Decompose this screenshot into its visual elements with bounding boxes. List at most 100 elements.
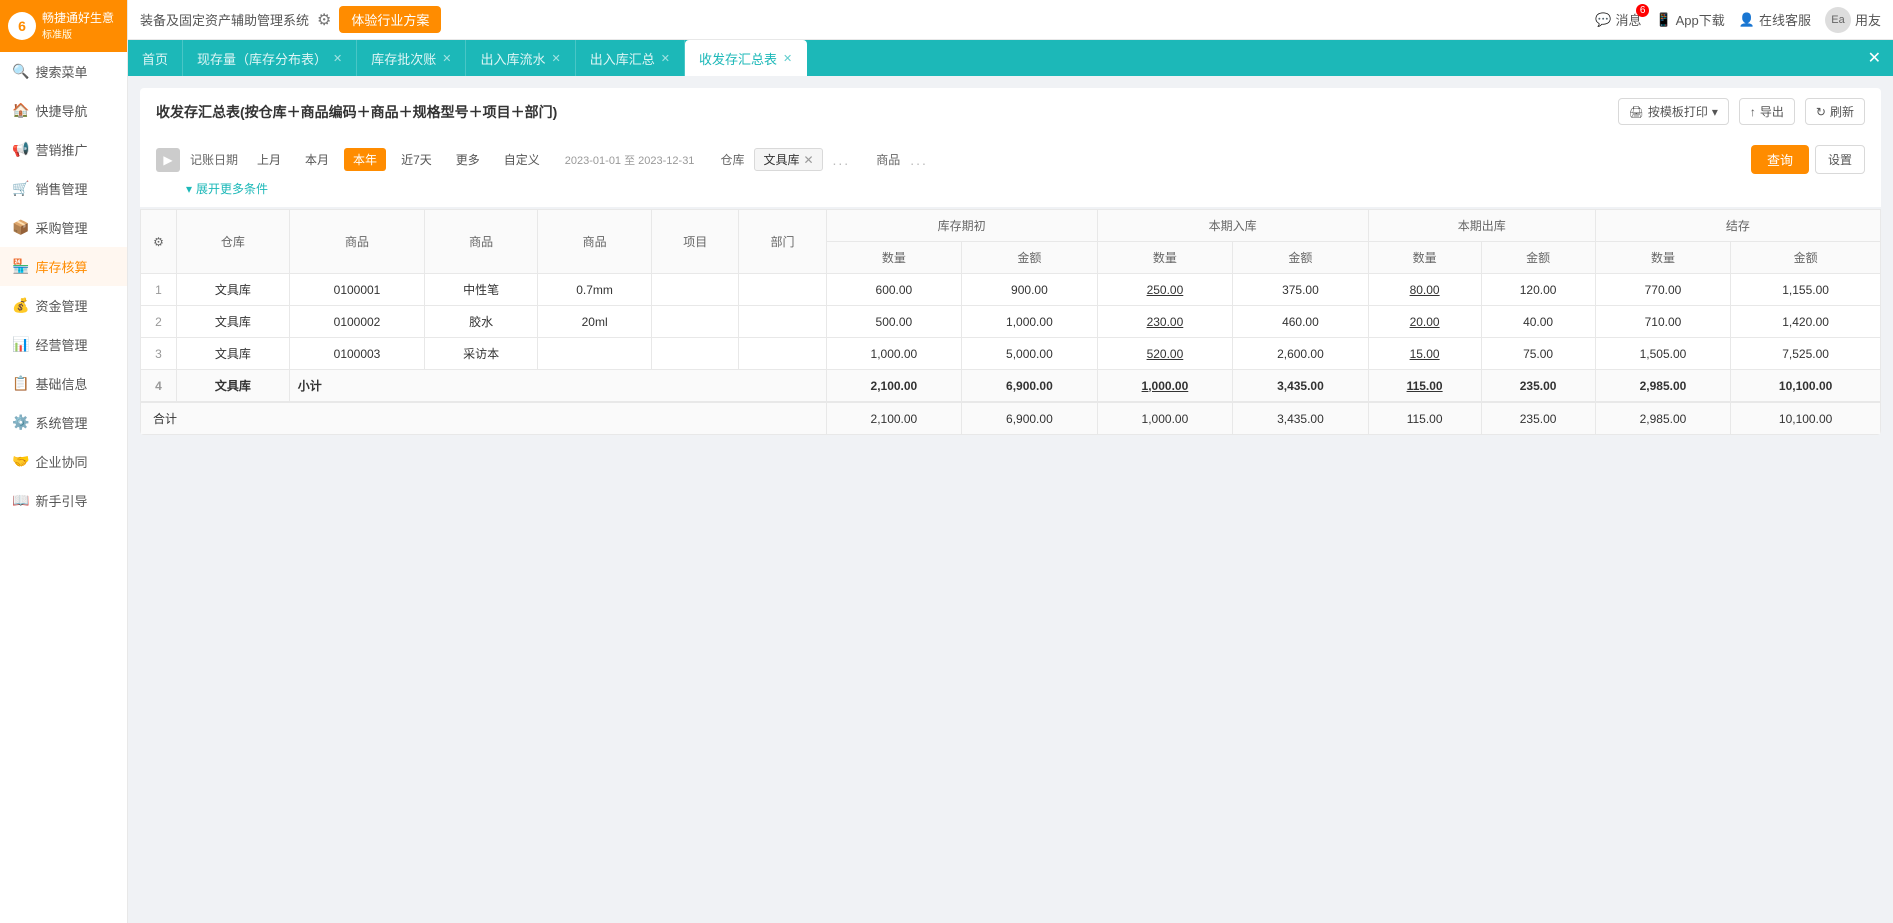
system-title: 装备及固定资产辅助管理系统 (140, 10, 309, 29)
cell-bal-amt: 1,420.00 (1731, 306, 1881, 338)
logo-text-line2: 标准版 (42, 26, 114, 41)
tab-inventory-dist[interactable]: 现存量（库存分布表）✕ (183, 40, 357, 76)
warehouse-filter-dots[interactable]: ... (833, 152, 851, 168)
cell-open-amt: 900.00 (962, 274, 1098, 306)
filter-arrow-button[interactable]: ▶ (156, 148, 180, 172)
tab-in-out-flow[interactable]: 出入库流水 ✕ (466, 40, 575, 76)
th-open-qty: 数量 (826, 242, 962, 274)
sidebar-item-system[interactable]: ⚙️系统管理 (0, 403, 127, 442)
filter-collapse-icon[interactable]: ▶ (156, 148, 180, 172)
settings-button[interactable]: 设置 (1815, 145, 1865, 174)
sidebar-item-marketing[interactable]: 📢营销推广 (0, 130, 127, 169)
experience-button[interactable]: 体验行业方案 (339, 6, 441, 33)
cell-out-qty[interactable]: 20.00 (1368, 306, 1481, 338)
tab-home[interactable]: 首页 (128, 40, 183, 76)
message-badge: 6 (1636, 4, 1650, 17)
tab-close-icon[interactable]: ✕ (442, 52, 451, 65)
sidebar-item-purchase[interactable]: 📦采购管理 (0, 208, 127, 247)
sidebar-item-operations[interactable]: 📊经营管理 (0, 325, 127, 364)
tab-bar-close-button[interactable]: ✕ (1856, 48, 1893, 68)
tab-batch-ledger[interactable]: 库存批次账✕ (357, 40, 466, 76)
subtotal-bal-qty: 2,985.00 (1595, 370, 1731, 403)
sidebar-item-label: 系统管理 (35, 413, 87, 432)
tab-label: 出入库汇总 (590, 49, 655, 68)
expand-label: 展开更多条件 (196, 180, 268, 197)
th-settings[interactable]: ⚙ (141, 210, 177, 274)
date-btn-this-month[interactable]: 本月 (296, 148, 338, 171)
message-button[interactable]: 💬 消息 6 (1595, 10, 1641, 29)
cell-out-qty[interactable]: 15.00 (1368, 338, 1481, 370)
sidebar-item-sales[interactable]: 🛒销售管理 (0, 169, 127, 208)
date-filter-label: 记账日期 (190, 151, 238, 168)
date-btn-this-year[interactable]: 本年 (344, 148, 386, 171)
th-in-qty: 数量 (1097, 242, 1233, 274)
refresh-icon: ↻ (1816, 105, 1826, 119)
tab-close-icon[interactable]: ✕ (552, 52, 561, 65)
sidebar-item-enterprise[interactable]: 🤝企业协同 (0, 442, 127, 481)
refresh-button[interactable]: ↻ 刷新 (1805, 98, 1865, 125)
sidebar-item-quick-nav[interactable]: 🏠快捷导航 (0, 91, 127, 130)
date-btn-7days[interactable]: 近7天 (392, 148, 441, 171)
logo-icon: 6 (8, 12, 36, 40)
tab-label: 收发存汇总表 (699, 49, 777, 68)
online-service-button[interactable]: 👤 在线客服 (1739, 10, 1811, 29)
cell-in-amt: 2,600.00 (1233, 338, 1369, 370)
tab-label: 首页 (142, 49, 168, 68)
user-area[interactable]: Ea 用友 (1825, 7, 1881, 33)
cell-out-qty[interactable]: 80.00 (1368, 274, 1481, 306)
th-out-amt: 金额 (1481, 242, 1595, 274)
data-table-container: ⚙ 仓库 商品 商品 商品 项目 部门 库存期初 本期入库 本期出库 结存 数量 (140, 209, 1881, 435)
cell-in-qty[interactable]: 250.00 (1097, 274, 1233, 306)
tab-in-out-summary[interactable]: 出入库汇总 ✕ (576, 40, 685, 76)
page-actions: 🖨 按模板打印 ▾ ↑ 导出 ↻ 刷新 (1618, 98, 1865, 125)
cell-in-qty[interactable]: 230.00 (1097, 306, 1233, 338)
sidebar-item-label: 营销推广 (35, 140, 87, 159)
sidebar-item-finance[interactable]: 💰资金管理 (0, 286, 127, 325)
sidebar-item-search[interactable]: 🔍搜索菜单 (0, 52, 127, 91)
date-range-text: 2023-01-01 至 2023-12-31 (565, 155, 695, 167)
goods-filter-dots[interactable]: ... (910, 152, 928, 168)
sidebar-item-guide[interactable]: 📖新手引导 (0, 481, 127, 520)
settings-icon[interactable]: ⚙ (317, 10, 331, 30)
cell-bal-amt: 1,155.00 (1731, 274, 1881, 306)
sidebar-item-label: 快捷导航 (35, 101, 87, 120)
warehouse-tag-close[interactable]: ✕ (803, 153, 813, 167)
sidebar-item-inventory[interactable]: 🏪库存核算 (0, 247, 127, 286)
table-row: 2 文具库 0100002 胶水 20ml 500.00 1,000.00 23… (141, 306, 1881, 338)
date-btn-custom[interactable]: 自定义 (495, 148, 549, 171)
cell-open-qty: 500.00 (826, 306, 962, 338)
th-in-amt: 金额 (1233, 242, 1369, 274)
date-btn-more[interactable]: 更多 (447, 148, 489, 171)
app-download-button[interactable]: 📱 App下载 (1655, 10, 1724, 29)
cell-in-qty[interactable]: 520.00 (1097, 338, 1233, 370)
subtotal-row: 4 文具库 小计 2,100.00 6,900.00 1,000.00 3,43… (141, 370, 1881, 403)
expand-filter-button[interactable]: ▾ 展开更多条件 (186, 180, 1865, 197)
subtotal-out-qty: 115.00 (1368, 370, 1481, 403)
tab-recv-send-summary[interactable]: 收发存汇总表 ✕ (685, 40, 807, 76)
export-button[interactable]: ↑ 导出 (1739, 98, 1795, 125)
cell-spec: 20ml (538, 306, 652, 338)
header-left: 装备及固定资产辅助管理系统 ⚙ 体验行业方案 (140, 6, 441, 33)
expand-icon: ▾ (186, 182, 192, 196)
query-button[interactable]: 查询 (1751, 145, 1809, 174)
search-icon: 🔍 (12, 63, 29, 80)
sidebar-item-basic-info[interactable]: 📋基础信息 (0, 364, 127, 403)
tab-close-icon[interactable]: ✕ (783, 52, 792, 65)
tab-close-icon[interactable]: ✕ (333, 52, 342, 65)
cell-out-amt: 75.00 (1481, 338, 1595, 370)
date-btn-last-month[interactable]: 上月 (248, 148, 290, 171)
th-open-amt: 金额 (962, 242, 1098, 274)
basic-info-icon: 📋 (12, 375, 29, 392)
cell-bal-qty: 1,505.00 (1595, 338, 1731, 370)
th-open-group: 库存期初 (826, 210, 1097, 242)
page-title-bar: 收发存汇总表(按仓库＋商品编码＋商品＋规格型号＋项目＋部门) 🖨 按模板打印 ▾… (140, 88, 1881, 135)
sidebar-item-label: 资金管理 (35, 296, 87, 315)
th-goods-code: 商品 (289, 210, 425, 274)
tab-label: 出入库流水 (480, 49, 545, 68)
tab-close-icon[interactable]: ✕ (661, 52, 670, 65)
print-button[interactable]: 🖨 按模板打印 ▾ (1618, 98, 1729, 125)
subtotal-open-qty: 2,100.00 (826, 370, 962, 403)
th-bal-qty: 数量 (1595, 242, 1731, 274)
total-in-amt: 3,435.00 (1233, 402, 1369, 435)
cell-project (652, 274, 739, 306)
